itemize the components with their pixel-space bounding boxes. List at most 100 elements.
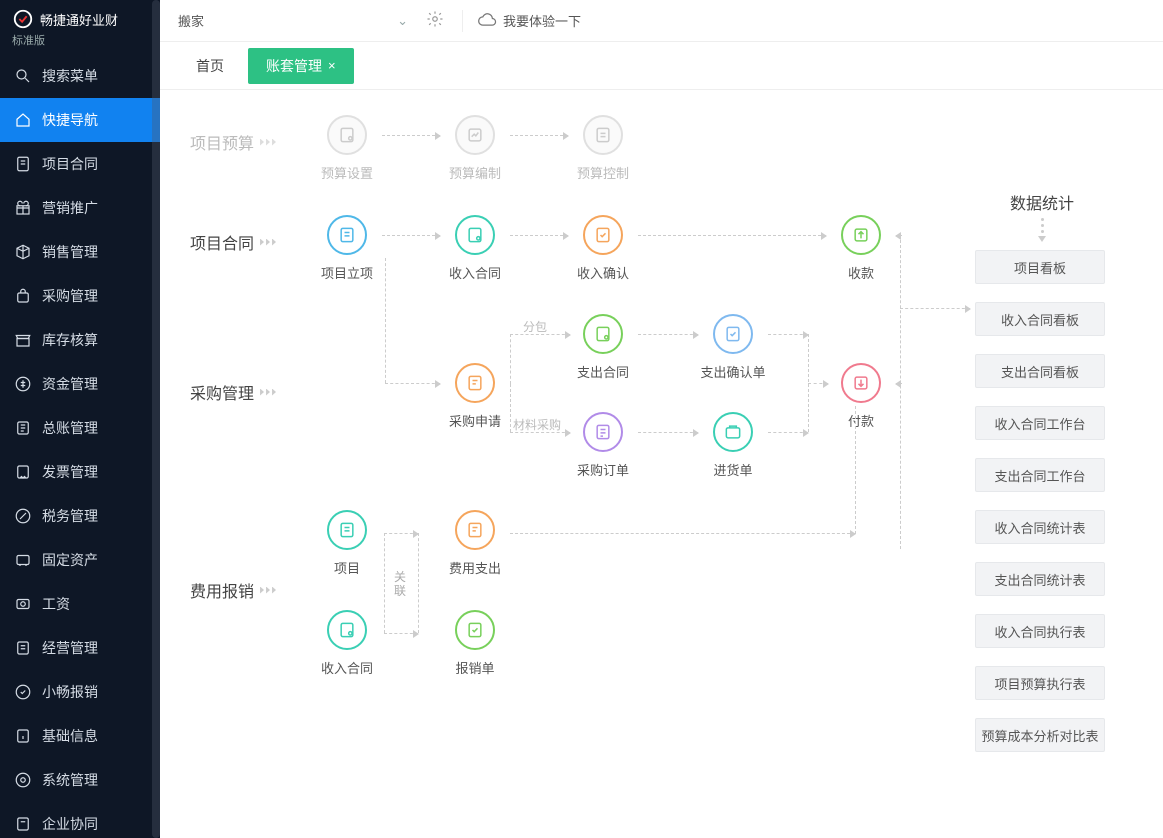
- connector: [638, 432, 698, 433]
- sidebar-item-tax[interactable]: 税务管理: [0, 494, 160, 538]
- sidebar-item-collab[interactable]: 企业协同: [0, 802, 160, 838]
- sidebar-item-label: 采购管理: [42, 286, 98, 306]
- main: 搬家 ⌄ 我要体验一下 首页 账套管理 × 项目预算 项目合同 采购管理: [160, 0, 1163, 838]
- stat-btn-1[interactable]: 收入合同看板: [975, 302, 1105, 336]
- node-project[interactable]: 项目: [312, 510, 382, 577]
- sys-icon: [14, 771, 32, 789]
- node-payment[interactable]: 付款: [826, 363, 896, 430]
- sidebar-item-label: 项目合同: [42, 154, 98, 174]
- sidebar-item-salary[interactable]: 工资: [0, 582, 160, 626]
- sidebar-item-money[interactable]: 资金管理: [0, 362, 160, 406]
- node-purchase-req[interactable]: 采购申请: [440, 363, 510, 430]
- sidebar-item-info[interactable]: 基础信息: [0, 714, 160, 758]
- sidebar-item-invoice[interactable]: 发票管理: [0, 450, 160, 494]
- stat-btn-7[interactable]: 收入合同执行表: [975, 614, 1105, 648]
- brand-edition: 标准版: [0, 32, 160, 54]
- tax-icon: [14, 507, 32, 525]
- connector: [808, 383, 828, 384]
- store-icon: [14, 331, 32, 349]
- connector: [510, 235, 568, 236]
- gear-icon[interactable]: [422, 6, 448, 35]
- topbar: 搬家 ⌄ 我要体验一下: [160, 0, 1163, 42]
- sidebar-item-label: 营销推广: [42, 198, 98, 218]
- sidebar-item-label: 系统管理: [42, 770, 98, 790]
- sidebar-item-asset[interactable]: 固定资产: [0, 538, 160, 582]
- sidebar-item-store[interactable]: 库存核算: [0, 318, 160, 362]
- sidebar-item-doc[interactable]: 项目合同: [0, 142, 160, 186]
- stat-btn-6[interactable]: 支出合同统计表: [975, 562, 1105, 596]
- stat-btn-4[interactable]: 支出合同工作台: [975, 458, 1105, 492]
- node-goods-receipt[interactable]: 进货单: [698, 412, 768, 479]
- connector: [896, 235, 902, 236]
- stat-btn-8[interactable]: 项目预算执行表: [975, 666, 1105, 700]
- connector: [418, 533, 419, 633]
- node-budget-control[interactable]: 预算控制: [568, 115, 638, 182]
- node-budget-setup[interactable]: 预算设置: [312, 115, 382, 182]
- cube-icon: [14, 243, 32, 261]
- stat-btn-0[interactable]: 项目看板: [975, 250, 1105, 284]
- sidebar-item-label: 经营管理: [42, 638, 98, 658]
- sidebar-item-search[interactable]: 搜索菜单: [0, 54, 160, 98]
- node-budget-compile[interactable]: 预算编制: [440, 115, 510, 182]
- note-subcontract: 分包: [523, 318, 547, 335]
- stat-btn-3[interactable]: 收入合同工作台: [975, 406, 1105, 440]
- experience-link[interactable]: 我要体验一下: [477, 11, 581, 31]
- node-proj-setup[interactable]: 项目立项: [312, 215, 382, 282]
- row-contract: 项目合同: [190, 230, 276, 254]
- connector: [382, 235, 440, 236]
- sidebar-item-sys[interactable]: 系统管理: [0, 758, 160, 802]
- node-collection[interactable]: 收款: [826, 215, 896, 282]
- connector: [638, 235, 826, 236]
- node-expend-contract[interactable]: 支出合同: [568, 314, 638, 381]
- note-assoc: 关 联: [394, 570, 406, 598]
- home-icon: [14, 111, 32, 129]
- info-icon: [14, 727, 32, 745]
- connector: [768, 334, 808, 335]
- node-income-contract[interactable]: 收入合同: [440, 215, 510, 282]
- sidebar-item-ledger[interactable]: 总账管理: [0, 406, 160, 450]
- node-income-confirm[interactable]: 收入确认: [568, 215, 638, 282]
- money-icon: [14, 375, 32, 393]
- connector: [900, 308, 970, 309]
- search-icon: [14, 67, 32, 85]
- connector: [510, 384, 511, 432]
- sidebar-item-gift[interactable]: 营销推广: [0, 186, 160, 230]
- connector: [384, 533, 385, 633]
- brand-name: 畅捷通好业财: [40, 10, 118, 29]
- stat-btn-5[interactable]: 收入合同统计表: [975, 510, 1105, 544]
- connector: [510, 334, 511, 384]
- node-expense-out[interactable]: 费用支出: [440, 510, 510, 577]
- tab-home[interactable]: 首页: [178, 48, 242, 84]
- node-purchase-order[interactable]: 采购订单: [568, 412, 638, 479]
- connector: [855, 406, 856, 534]
- sidebar-item-biz[interactable]: 经营管理: [0, 626, 160, 670]
- close-icon[interactable]: ×: [328, 58, 336, 73]
- invoice-icon: [14, 463, 32, 481]
- tab-account-mgmt[interactable]: 账套管理 ×: [248, 48, 354, 84]
- stats-title: 数据统计: [1010, 190, 1074, 214]
- sidebar-item-reimb[interactable]: 小畅报销: [0, 670, 160, 714]
- collab-icon: [14, 815, 32, 833]
- connector: [384, 533, 418, 534]
- connector: [510, 533, 855, 534]
- dots-down-icon: [1038, 218, 1046, 242]
- org-selector-text: 搬家: [178, 11, 204, 30]
- connector: [896, 383, 902, 384]
- sidebar-item-label: 快捷导航: [42, 110, 98, 130]
- brand-logo-icon: [12, 8, 34, 30]
- stat-btn-9[interactable]: 预算成本分析对比表: [975, 718, 1105, 752]
- connector: [382, 135, 440, 136]
- sidebar-item-bag[interactable]: 采购管理: [0, 274, 160, 318]
- sidebar-item-label: 企业协同: [42, 814, 98, 834]
- sidebar-item-label: 资金管理: [42, 374, 98, 394]
- stat-btn-2[interactable]: 支出合同看板: [975, 354, 1105, 388]
- sidebar-item-cube[interactable]: 销售管理: [0, 230, 160, 274]
- sidebar-item-home[interactable]: 快捷导航: [0, 98, 160, 142]
- org-selector[interactable]: 搬家 ⌄: [178, 11, 408, 30]
- node-expend-confirm[interactable]: 支出确认单: [698, 314, 768, 381]
- node-reimb-form[interactable]: 报销单: [440, 610, 510, 677]
- node-income-contract2[interactable]: 收入合同: [312, 610, 382, 677]
- connector: [510, 135, 568, 136]
- workflow-canvas: 项目预算 项目合同 采购管理 费用报销 预算设置 预算编制 预算控制 项目立项 …: [160, 90, 1163, 838]
- divider: [462, 10, 463, 32]
